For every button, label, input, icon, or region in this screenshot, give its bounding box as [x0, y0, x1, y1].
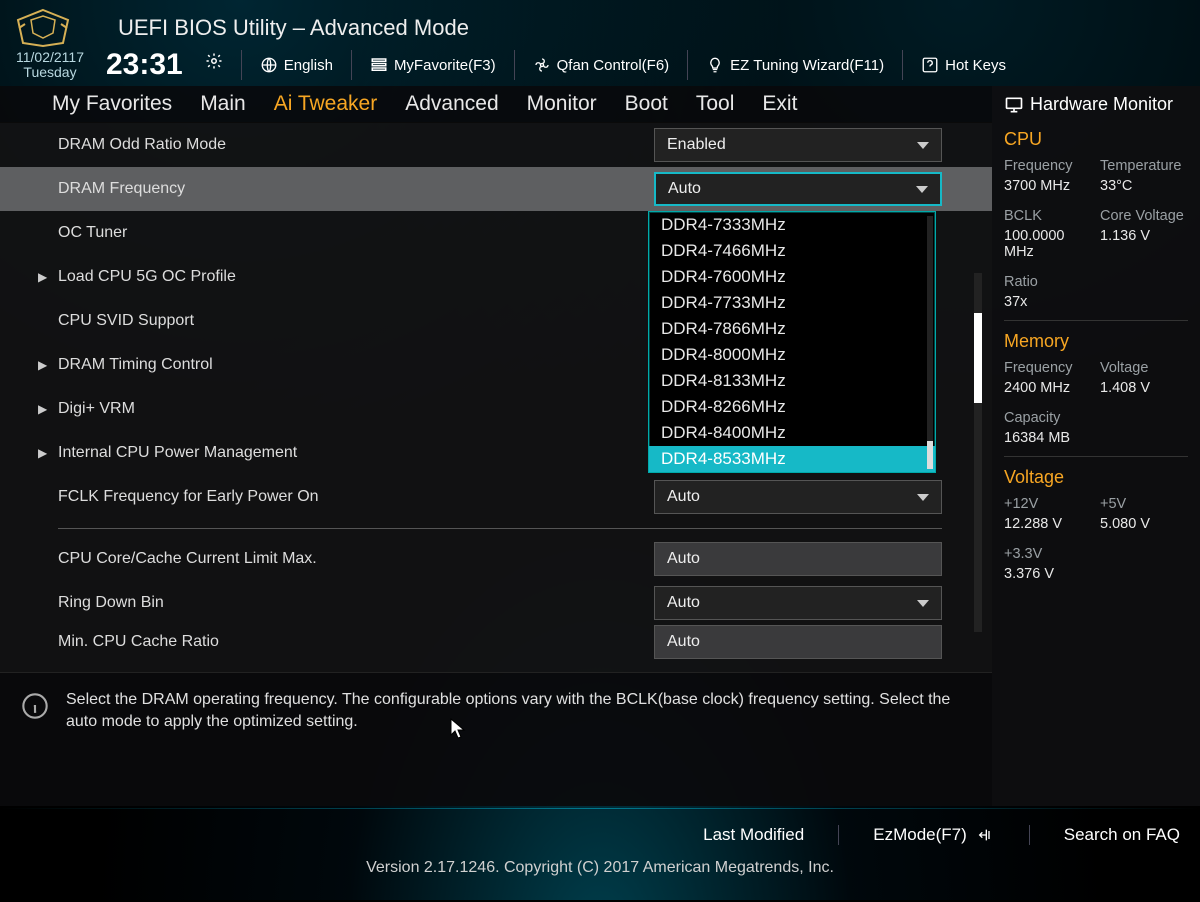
label-oc-tuner: OC Tuner — [58, 224, 127, 242]
dd-item[interactable]: DDR4-8266MHz — [649, 394, 935, 420]
chevron-right-icon: ▶ — [38, 358, 47, 372]
chevron-right-icon: ▶ — [38, 446, 47, 460]
v33-value: 3.376 V — [1004, 566, 1092, 582]
myfavorite-link[interactable]: MyFavorite(F3) — [370, 56, 496, 74]
hardware-monitor-sidebar: Hardware Monitor CPU Frequency Temperatu… — [992, 86, 1200, 806]
tab-my-favorites[interactable]: My Favorites — [52, 92, 172, 116]
settings-scroll-thumb[interactable] — [974, 313, 982, 403]
exit-icon — [975, 827, 995, 843]
globe-icon — [260, 56, 278, 74]
brand-logo — [8, 8, 78, 48]
label-cpu-cache-limit: CPU Core/Cache Current Limit Max. — [58, 550, 317, 568]
label-cpu-svid: CPU SVID Support — [58, 312, 194, 330]
ezmode-link[interactable]: EzMode(F7) — [873, 825, 995, 845]
dropdown-scroll-thumb[interactable] — [927, 441, 933, 469]
monitor-icon — [1004, 95, 1024, 115]
row-dram-frequency[interactable]: DRAM Frequency Auto — [0, 167, 992, 211]
dd-item[interactable]: DDR4-7466MHz — [649, 238, 935, 264]
dd-item[interactable]: DDR4-8133MHz — [649, 368, 935, 394]
label-dram-frequency: DRAM Frequency — [58, 180, 185, 198]
v5-value: 5.080 V — [1100, 516, 1188, 532]
settings-scrollbar[interactable] — [974, 273, 982, 632]
label-digi-vrm: Digi+ VRM — [58, 400, 135, 418]
copyright-text: Version 2.17.1246. Copyright (C) 2017 Am… — [0, 849, 1200, 877]
dram-frequency-dropdown[interactable]: DDR4-7333MHz DDR4-7466MHz DDR4-7600MHz D… — [648, 211, 936, 473]
date-block: 11/02/2117 Tuesday — [16, 50, 84, 81]
row-cpu-cache-limit[interactable]: CPU Core/Cache Current Limit Max. Auto — [0, 537, 992, 581]
help-bar: Select the DRAM operating frequency. The… — [0, 672, 992, 806]
chevron-right-icon: ▶ — [38, 402, 47, 416]
mem-capacity-value: 16384 MB — [1004, 430, 1092, 446]
label-internal-cpu-pm: Internal CPU Power Management — [58, 444, 297, 462]
dropdown-scrollbar[interactable] — [927, 216, 933, 468]
info-icon — [20, 691, 50, 721]
sb-memory-heading: Memory — [1004, 331, 1188, 352]
input-cpu-cache-limit[interactable]: Auto — [654, 542, 942, 576]
label-fclk: FCLK Frequency for Early Power On — [58, 488, 319, 506]
tab-main[interactable]: Main — [200, 92, 246, 116]
last-modified-link[interactable]: Last Modified — [703, 825, 804, 845]
tab-tool[interactable]: Tool — [696, 92, 735, 116]
cpu-corev-value: 1.136 V — [1100, 228, 1188, 260]
app-title: UEFI BIOS Utility – Advanced Mode — [118, 15, 469, 41]
tab-ai-tweaker[interactable]: Ai Tweaker — [274, 92, 378, 116]
dd-item[interactable]: DDR4-7733MHz — [649, 290, 935, 316]
select-dram-odd-ratio[interactable]: Enabled — [654, 128, 942, 162]
label-dram-odd-ratio: DRAM Odd Ratio Mode — [58, 136, 226, 154]
clock-time: 23:31 — [106, 48, 183, 82]
section-divider — [58, 528, 942, 529]
dd-item-selected[interactable]: DDR4-8533MHz — [649, 446, 935, 472]
settings-gear-icon[interactable] — [205, 52, 223, 70]
v12-value: 12.288 V — [1004, 516, 1092, 532]
cpu-bclk-value: 100.0000 MHz — [1004, 228, 1092, 260]
row-ring-down-bin[interactable]: Ring Down Bin Auto — [0, 581, 992, 625]
question-icon — [921, 56, 939, 74]
tab-exit[interactable]: Exit — [762, 92, 797, 116]
tab-monitor[interactable]: Monitor — [527, 92, 597, 116]
search-faq-link[interactable]: Search on FAQ — [1064, 825, 1180, 845]
mem-frequency-value: 2400 MHz — [1004, 380, 1092, 396]
label-ring-down: Ring Down Bin — [58, 594, 164, 612]
qfan-link[interactable]: Qfan Control(F6) — [533, 56, 670, 74]
chevron-right-icon: ▶ — [38, 270, 47, 284]
dd-item[interactable]: DDR4-7333MHz — [649, 212, 935, 238]
row-fclk[interactable]: FCLK Frequency for Early Power On Auto — [0, 475, 992, 519]
main-tabbar: My Favorites Main Ai Tweaker Advanced Mo… — [0, 86, 992, 123]
tab-boot[interactable]: Boot — [625, 92, 668, 116]
eztuning-link[interactable]: EZ Tuning Wizard(F11) — [706, 56, 884, 74]
select-ring-down[interactable]: Auto — [654, 586, 942, 620]
input-min-cache[interactable]: Auto — [654, 625, 942, 659]
sb-cpu-heading: CPU — [1004, 129, 1188, 150]
fan-icon — [533, 56, 551, 74]
cpu-frequency-value: 3700 MHz — [1004, 178, 1092, 194]
language-selector[interactable]: English — [260, 56, 333, 74]
label-load-5g: Load CPU 5G OC Profile — [58, 268, 236, 286]
dd-item[interactable]: DDR4-7600MHz — [649, 264, 935, 290]
select-fclk[interactable]: Auto — [654, 480, 942, 514]
row-dram-odd-ratio[interactable]: DRAM Odd Ratio Mode Enabled — [0, 123, 992, 167]
mem-voltage-value: 1.408 V — [1100, 380, 1188, 396]
tab-advanced[interactable]: Advanced — [405, 92, 498, 116]
row-min-cache-ratio[interactable]: Min. CPU Cache Ratio Auto — [0, 625, 992, 659]
help-text: Select the DRAM operating frequency. The… — [66, 689, 966, 732]
sb-voltage-heading: Voltage — [1004, 467, 1188, 488]
hotkeys-link[interactable]: Hot Keys — [921, 56, 1006, 74]
dd-item[interactable]: DDR4-8000MHz — [649, 342, 935, 368]
dd-item[interactable]: DDR4-7866MHz — [649, 316, 935, 342]
list-icon — [370, 56, 388, 74]
bulb-icon — [706, 56, 724, 74]
cpu-temperature-value: 33°C — [1100, 178, 1188, 194]
cpu-ratio-value: 37x — [1004, 294, 1092, 310]
label-min-cache: Min. CPU Cache Ratio — [58, 633, 219, 651]
select-dram-frequency[interactable]: Auto — [654, 172, 942, 206]
label-dram-timing: DRAM Timing Control — [58, 356, 213, 374]
dd-item[interactable]: DDR4-8400MHz — [649, 420, 935, 446]
